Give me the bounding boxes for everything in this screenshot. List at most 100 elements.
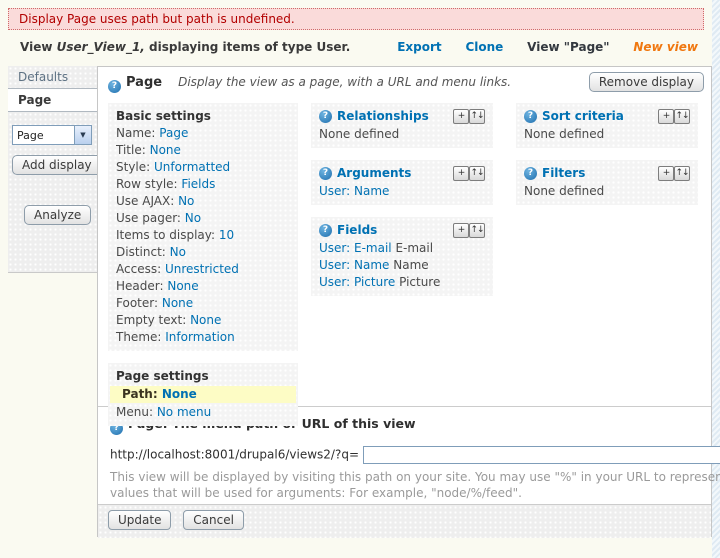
field-email-link[interactable]: User: E-mail xyxy=(319,241,392,255)
new-view-link[interactable]: New view xyxy=(633,40,698,54)
setting-name-link[interactable]: Page xyxy=(159,126,188,140)
filters-empty: None defined xyxy=(524,184,605,198)
setting-menu-link[interactable]: No menu xyxy=(157,405,211,419)
rearrange-icon[interactable]: ↑↓ xyxy=(469,223,485,238)
display-description: Display the view as a page, with a URL a… xyxy=(178,75,512,89)
display-title: Page xyxy=(126,75,163,90)
remove-display-button[interactable]: Remove display xyxy=(588,72,704,92)
help-icon[interactable]: ? xyxy=(319,224,332,237)
setting-title-link[interactable]: None xyxy=(150,143,181,157)
arguments-header: ? Arguments + ↑↓ xyxy=(319,165,485,182)
display-type-select-value: Page xyxy=(17,128,44,142)
export-link[interactable]: Export xyxy=(397,40,441,54)
settings-column-3: ? Sort criteria + ↑↓ None defined ? Filte… xyxy=(516,103,698,217)
setting-items-link[interactable]: 10 xyxy=(219,228,234,242)
help-icon[interactable]: ? xyxy=(319,167,332,180)
analyze-button[interactable]: Analyze xyxy=(24,205,92,225)
help-icon[interactable]: ? xyxy=(108,80,121,93)
error-message-text: Display Page uses path but path is undef… xyxy=(19,12,295,26)
field-row: User: E-mail E-mail xyxy=(319,241,434,255)
setting-theme-link[interactable]: Information xyxy=(165,330,234,344)
argument-row: User: Name xyxy=(319,183,485,200)
add-icon[interactable]: + xyxy=(453,166,469,181)
arguments-actions: + ↑↓ xyxy=(453,165,485,182)
sort-criteria-empty: None defined xyxy=(524,127,605,141)
setting-row: Menu: No menu xyxy=(116,405,212,419)
tab-page[interactable]: Page xyxy=(8,89,97,112)
setting-row: Name: Page xyxy=(116,126,189,140)
setting-style-link[interactable]: Unformatted xyxy=(154,160,230,174)
field-row: User: Name Name xyxy=(319,258,429,272)
rearrange-icon[interactable]: ↑↓ xyxy=(674,166,690,181)
add-icon[interactable]: + xyxy=(453,223,469,238)
settings-column-2: ? Relationships + ↑↓ None defined ? Argum… xyxy=(311,103,493,308)
sort-criteria-box: ? Sort criteria + ↑↓ None defined xyxy=(516,103,698,148)
setting-row-style-link[interactable]: Fields xyxy=(181,177,215,191)
relationships-header: ? Relationships + ↑↓ xyxy=(319,108,485,125)
field-name-link[interactable]: User: Name xyxy=(319,258,389,272)
tab-defaults[interactable]: Defaults xyxy=(8,66,97,89)
add-icon[interactable]: + xyxy=(658,109,674,124)
setting-path-link[interactable]: None xyxy=(162,387,197,401)
display-settings-panel: ? Page Display the view as a page, with a … xyxy=(97,66,720,538)
tab-defaults-label: Defaults xyxy=(18,70,69,84)
relationships-box: ? Relationships + ↑↓ None defined xyxy=(311,103,493,148)
sort-criteria-heading-link[interactable]: Sort criteria xyxy=(542,108,624,125)
display-panel-header: ? Page Display the view as a page, with a … xyxy=(98,67,711,101)
field-row: User: Picture Picture xyxy=(319,275,441,289)
error-message: Display Page uses path but path is undef… xyxy=(8,8,704,30)
help-icon[interactable]: ? xyxy=(524,167,537,180)
fields-header: ? Fields + ↑↓ xyxy=(319,222,485,239)
cancel-button[interactable]: Cancel xyxy=(183,510,244,530)
filters-box: ? Filters + ↑↓ None defined xyxy=(516,160,698,205)
setting-header-link[interactable]: None xyxy=(167,279,198,293)
sidebar-controls: Page ▼ Add display Analyze xyxy=(8,112,102,273)
setting-empty-text-link[interactable]: None xyxy=(190,313,221,327)
view-title-prefix: View xyxy=(20,40,57,54)
view-name: User_View_1, xyxy=(56,40,145,54)
setting-distinct-link[interactable]: No xyxy=(170,245,186,259)
rearrange-icon[interactable]: ↑↓ xyxy=(469,166,485,181)
setting-row: Row style: Fields xyxy=(116,177,216,191)
fields-actions: + ↑↓ xyxy=(453,222,485,239)
display-type-select[interactable]: Page ▼ xyxy=(12,125,92,145)
add-display-button[interactable]: Add display xyxy=(12,155,102,175)
filters-heading-link[interactable]: Filters xyxy=(542,165,585,182)
setting-row: Header: None xyxy=(116,279,199,293)
argument-user-name-link[interactable]: User: Name xyxy=(319,184,389,198)
setting-row: Use pager: No xyxy=(116,211,202,225)
help-icon[interactable]: ? xyxy=(319,110,332,123)
setting-row: Access: Unrestricted xyxy=(116,262,239,276)
arguments-heading-link[interactable]: Arguments xyxy=(337,165,411,182)
help-icon[interactable]: ? xyxy=(524,110,537,123)
add-icon[interactable]: + xyxy=(453,109,469,124)
setting-access-link[interactable]: Unrestricted xyxy=(165,262,239,276)
setting-row: Distinct: No xyxy=(116,245,186,259)
fields-heading-link[interactable]: Fields xyxy=(337,222,377,239)
setting-pager-link[interactable]: No xyxy=(185,211,201,225)
filters-actions: + ↑↓ xyxy=(658,165,690,182)
display-sidebar: Defaults Page Page ▼ Add display Analyze xyxy=(8,66,102,273)
form-actions-bar: Update Cancel xyxy=(98,504,711,538)
update-button[interactable]: Update xyxy=(108,510,172,530)
field-picture-link[interactable]: User: Picture xyxy=(319,275,395,289)
setting-ajax-link[interactable]: No xyxy=(178,194,194,208)
rearrange-icon[interactable]: ↑↓ xyxy=(674,109,690,124)
setting-row: Items to display: 10 xyxy=(116,228,235,242)
settings-column-1: Basic settings Name: Page Title: None St… xyxy=(108,103,298,438)
setting-row: Empty text: None xyxy=(116,313,222,327)
relationships-empty: None defined xyxy=(319,127,400,141)
view-header: View User_View_1, displaying items of ty… xyxy=(8,40,708,54)
path-form-description: This view will be displayed by visiting … xyxy=(110,470,720,500)
filters-header: ? Filters + ↑↓ xyxy=(524,165,690,182)
relationships-heading-link[interactable]: Relationships xyxy=(337,108,429,125)
setting-footer-link[interactable]: None xyxy=(162,296,193,310)
path-input[interactable] xyxy=(363,446,720,464)
view-page-link[interactable]: View "Page" xyxy=(527,40,609,54)
rearrange-icon[interactable]: ↑↓ xyxy=(469,109,485,124)
clone-link[interactable]: Clone xyxy=(465,40,503,54)
setting-row: Footer: None xyxy=(116,296,194,310)
basic-settings-heading: Basic settings xyxy=(116,109,211,123)
add-icon[interactable]: + xyxy=(658,166,674,181)
display-panel-body: Basic settings Name: Page Title: None St… xyxy=(98,101,711,426)
